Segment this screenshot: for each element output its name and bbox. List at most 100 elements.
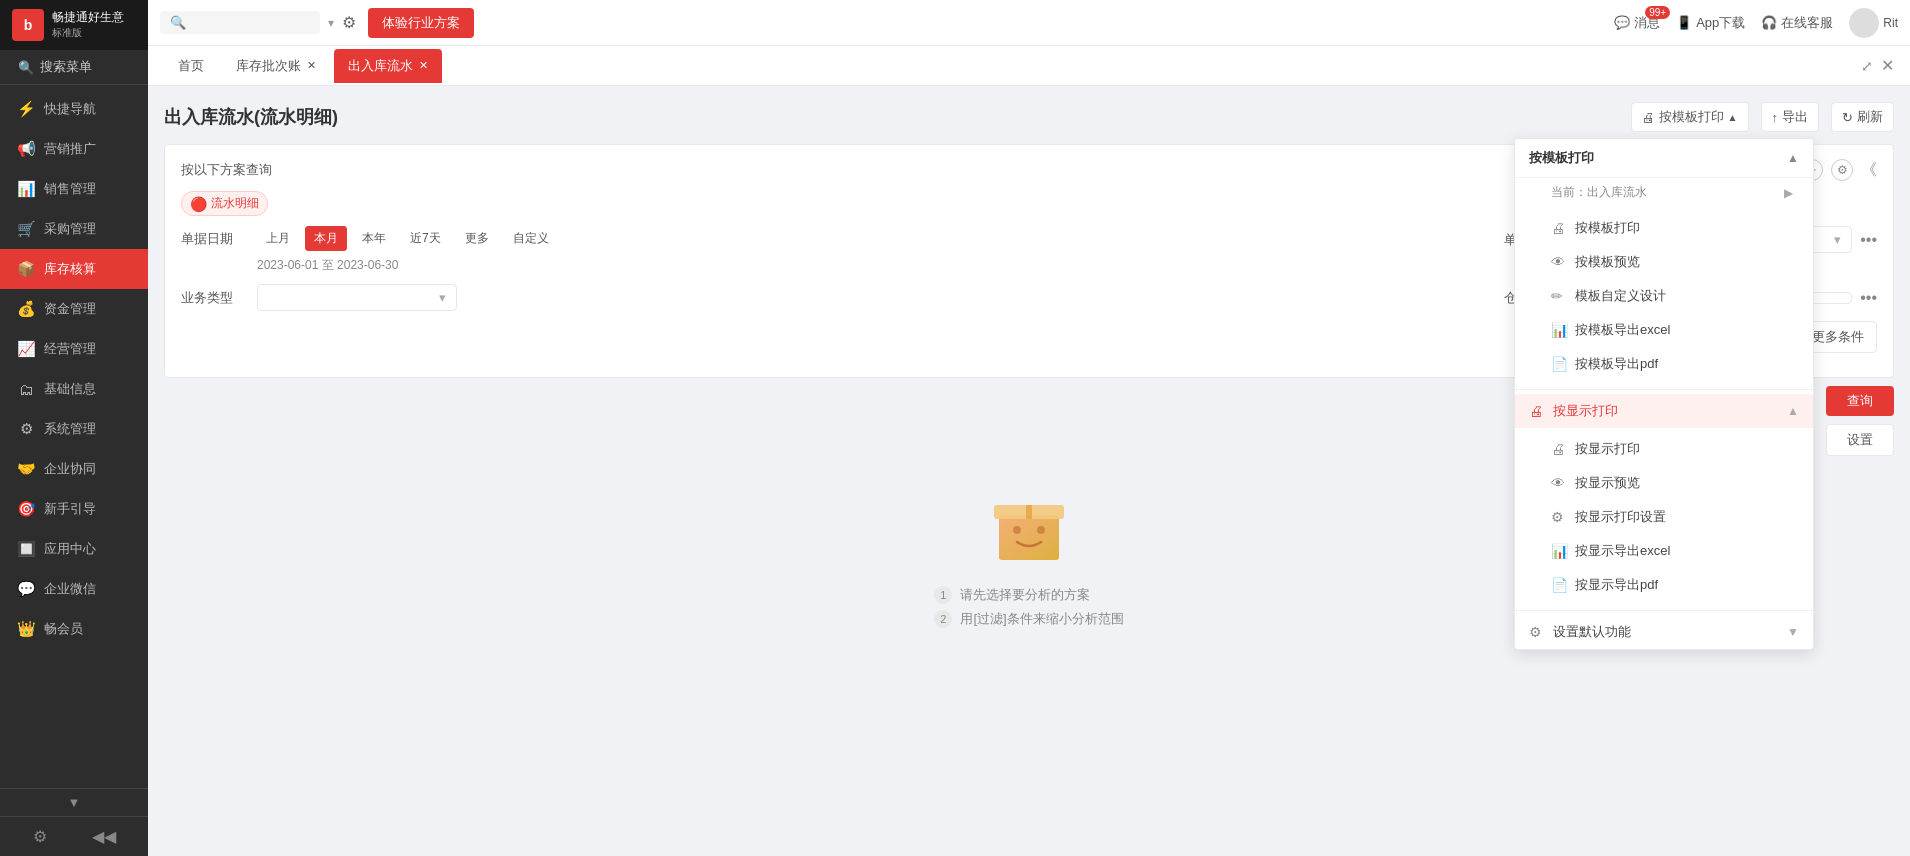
sidebar-item-newbie[interactable]: 🎯 新手引导 xyxy=(0,489,148,529)
template-export-excel-icon: 📊 xyxy=(1551,322,1567,338)
sidebar-item-operation[interactable]: 📈 经营管理 xyxy=(0,329,148,369)
step-2-num: 2 xyxy=(934,610,952,628)
business-type-select[interactable]: ▾ xyxy=(257,284,457,311)
template-preview-item[interactable]: 👁 按模板预览 xyxy=(1515,245,1813,279)
service-icon: 🎧 xyxy=(1761,15,1777,30)
template-export-pdf-item[interactable]: 📄 按模板导出pdf xyxy=(1515,347,1813,381)
template-preview-label: 按模板预览 xyxy=(1575,253,1640,271)
warehouse-more[interactable]: ••• xyxy=(1860,289,1877,307)
display-export-excel-item[interactable]: 📊 按显示导出excel xyxy=(1515,534,1813,568)
query-button[interactable]: 查询 xyxy=(1826,386,1894,416)
sidebar-item-basic[interactable]: 🗂 基础信息 xyxy=(0,369,148,409)
date-btn-more[interactable]: 更多 xyxy=(456,226,498,251)
trial-button[interactable]: 体验行业方案 xyxy=(368,8,474,38)
sidebar-item-sales[interactable]: 📊 销售管理 xyxy=(0,169,148,209)
page-header: 出入库流水(流水明细) 🖨 按模板打印 ▲ ↑ 导出 ↻ 刷新 xyxy=(164,102,1894,132)
newbie-icon: 🎯 xyxy=(16,499,36,519)
tab-inventory-batch[interactable]: 库存批次账 ✕ xyxy=(222,49,330,83)
template-export-excel-item[interactable]: 📊 按模板导出excel xyxy=(1515,313,1813,347)
tab-bar: 首页 库存批次账 ✕ 出入库流水 ✕ ⤢ ✕ xyxy=(148,46,1910,86)
tab-maximize-icon[interactable]: ⤢ xyxy=(1861,58,1873,74)
online-service-label: 在线客服 xyxy=(1781,14,1833,32)
template-custom-icon: ✏ xyxy=(1551,288,1567,304)
online-service-button[interactable]: 🎧 在线客服 xyxy=(1761,14,1833,32)
inventory-label: 库存核算 xyxy=(44,260,96,278)
date-btn-this-year[interactable]: 本年 xyxy=(353,226,395,251)
sidebar-item-inventory[interactable]: 📦 库存核算 xyxy=(0,249,148,289)
set-default-icon: ⚙ xyxy=(1529,624,1545,640)
topbar-gear-icon[interactable]: ⚙ xyxy=(342,13,356,32)
display-section-chevron[interactable]: ▲ xyxy=(1787,404,1799,418)
export-button[interactable]: ↑ 导出 xyxy=(1761,102,1820,132)
user-avatar-area[interactable]: Rit xyxy=(1849,8,1898,38)
refresh-icon: ↻ xyxy=(1842,110,1853,125)
tab-close-all-icon[interactable]: ✕ xyxy=(1881,56,1894,75)
download-icon: 📱 xyxy=(1676,15,1692,30)
display-print-label: 按显示打印 xyxy=(1575,440,1640,458)
dropdown-collapse-icon[interactable]: ▲ xyxy=(1787,151,1799,165)
search-input[interactable] xyxy=(186,16,286,30)
quick-icon: ⚡ xyxy=(16,99,36,119)
template-print-icon: 🖨 xyxy=(1551,220,1567,236)
display-print-section-header[interactable]: 🖨 按显示打印 ▲ xyxy=(1515,394,1813,428)
date-btn-7days[interactable]: 近7天 xyxy=(401,226,450,251)
sidebar-scroll-down[interactable]: ▼ xyxy=(0,788,148,816)
display-export-pdf-item[interactable]: 📄 按显示导出pdf xyxy=(1515,568,1813,602)
settings-button[interactable]: 设置 xyxy=(1826,424,1894,456)
tab-stock-flow[interactable]: 出入库流水 ✕ xyxy=(334,49,442,83)
sidebar-item-wechat[interactable]: 💬 企业微信 xyxy=(0,569,148,609)
sidebar-item-quick[interactable]: ⚡ 快捷导航 xyxy=(0,89,148,129)
app-center-label: 应用中心 xyxy=(44,540,96,558)
logo-icon: b xyxy=(12,9,44,41)
voucher-type-more[interactable]: ••• xyxy=(1860,231,1877,249)
topbar-right: 💬 消息 99+ 📱 App下载 🎧 在线客服 Rit xyxy=(1614,8,1898,38)
display-export-excel-icon: 📊 xyxy=(1551,543,1567,559)
vip-label: 畅会员 xyxy=(44,620,83,638)
search-menu-item[interactable]: 🔍 搜索菜单 xyxy=(0,50,148,85)
topbar-search[interactable]: 🔍 xyxy=(160,11,320,34)
sidebar-item-finance[interactable]: 💰 资金管理 xyxy=(0,289,148,329)
sidebar-item-app-center[interactable]: 🔲 应用中心 xyxy=(0,529,148,569)
system-icon: ⚙ xyxy=(16,419,36,439)
filter-settings-button[interactable]: ⚙ xyxy=(1831,159,1853,181)
set-default-chevron[interactable]: ▼ xyxy=(1787,625,1799,639)
date-btn-this-month[interactable]: 本月 xyxy=(305,226,347,251)
dropdown-divider-2 xyxy=(1515,610,1813,611)
sidebar-bottom: ⚙ ◀◀ xyxy=(0,816,148,856)
step-1-text: 请先选择要分析的方案 xyxy=(960,586,1090,604)
sidebar-item-system[interactable]: ⚙ 系统管理 xyxy=(0,409,148,449)
collapse-sidebar-icon[interactable]: ◀◀ xyxy=(92,827,116,846)
display-print-settings-item[interactable]: ⚙ 按显示打印设置 xyxy=(1515,500,1813,534)
sidebar-item-vip[interactable]: 👑 畅会员 xyxy=(0,609,148,649)
set-default-item[interactable]: ⚙ 设置默认功能 ▼ xyxy=(1515,615,1813,649)
print-template-button[interactable]: 🖨 按模板打印 ▲ xyxy=(1631,102,1749,132)
sidebar-item-purchase[interactable]: 🛒 采购管理 xyxy=(0,209,148,249)
refresh-button[interactable]: ↻ 刷新 xyxy=(1831,102,1894,132)
print-dropdown-panel: 按模板打印 ▲ 当前：出入库流水 ▶ 🖨 按模板打印 xyxy=(1514,138,1814,650)
step-2-text: 用[过滤]条件来缩小分析范围 xyxy=(960,610,1123,628)
settings-bottom-icon[interactable]: ⚙ xyxy=(33,827,47,846)
tab-home[interactable]: 首页 xyxy=(164,49,218,83)
edition-label: 标准版 xyxy=(52,26,124,40)
message-button[interactable]: 💬 消息 99+ xyxy=(1614,14,1660,32)
tab-stock-flow-close[interactable]: ✕ xyxy=(419,59,428,72)
sidebar-item-marketing[interactable]: 📢 营销推广 xyxy=(0,129,148,169)
display-preview-item[interactable]: 👁 按显示预览 xyxy=(1515,466,1813,500)
sidebar-item-collab[interactable]: 🤝 企业协同 xyxy=(0,449,148,489)
query-settings-area: 查询 设置 xyxy=(1826,386,1894,456)
date-btn-custom[interactable]: 自定义 xyxy=(504,226,558,251)
tab-inventory-batch-label: 库存批次账 xyxy=(236,57,301,75)
date-btn-last-month[interactable]: 上月 xyxy=(257,226,299,251)
tab-inventory-batch-close[interactable]: ✕ xyxy=(307,59,316,72)
topbar-dropdown-chevron[interactable]: ▾ xyxy=(328,16,334,30)
sidebar: b 畅捷通好生意 标准版 🔍 搜索菜单 ⚡ 快捷导航 📢 营销推广 📊 销售管理… xyxy=(0,0,148,856)
marketing-label: 营销推广 xyxy=(44,140,96,158)
template-custom-item[interactable]: ✏ 模板自定义设计 xyxy=(1515,279,1813,313)
template-print-item[interactable]: 🖨 按模板打印 xyxy=(1515,211,1813,245)
app-download-button[interactable]: 📱 App下载 xyxy=(1676,14,1745,32)
display-print-item[interactable]: 🖨 按显示打印 xyxy=(1515,432,1813,466)
date-range-text: 2023-06-01 至 2023-06-30 xyxy=(257,257,558,274)
marketing-icon: 📢 xyxy=(16,139,36,159)
filter-collapse-button[interactable]: 《 xyxy=(1861,160,1877,181)
current-template-chevron[interactable]: ▶ xyxy=(1784,186,1793,200)
